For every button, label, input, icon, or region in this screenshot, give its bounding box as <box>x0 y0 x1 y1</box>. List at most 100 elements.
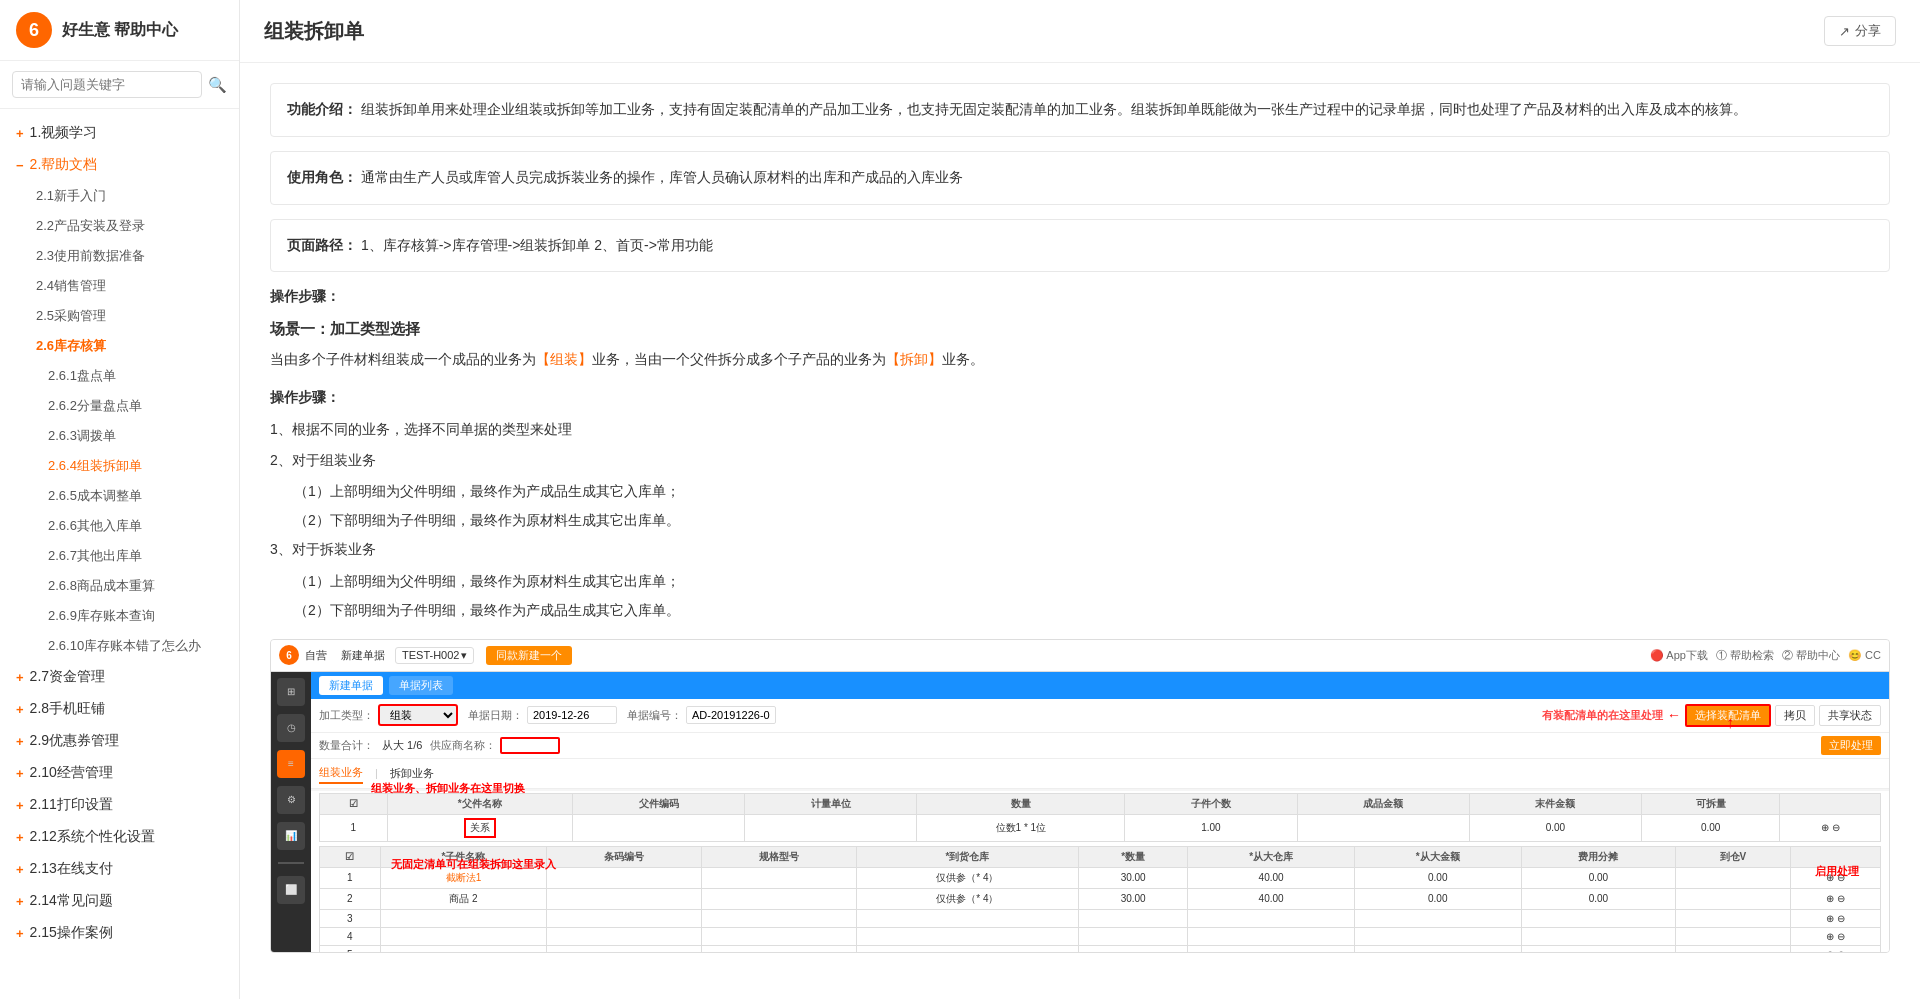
scenario1-title: 场景一：加工类型选择 <box>270 320 1890 339</box>
sidebar-nav: + 1.视频学习 − 2.帮助文档 2.1新手入门 2.2产品安装及登录 2.3… <box>0 109 239 999</box>
step3-1: （1）上部明细为父件明细，最终作为原材料生成其它出库单； <box>270 569 1890 594</box>
role-text: 通常由生产人员或库管人员完成拆装业务的操作，库管人员确认原材料的出库和产成品的入… <box>361 169 963 185</box>
mock-date-input[interactable] <box>527 706 617 724</box>
sidebar-item-2.15[interactable]: + 2.15操作案例 <box>0 917 239 949</box>
table-row: 1 关系 位数1 * 1位 1.00 0.00 <box>320 814 1881 841</box>
sidebar-item-2.11[interactable]: + 2.11打印设置 <box>0 789 239 821</box>
screenshot-mockup: 6 自营 新建单据 TEST-H002 ▾ 同款新建一个 🔴 App下载 ① 帮… <box>270 639 1890 953</box>
mock-icon-6: ⬜ <box>277 876 305 904</box>
sidebar-sub-2.5[interactable]: 2.5采购管理 <box>0 301 239 331</box>
sidebar-sub-2.6.5[interactable]: 2.6.5成本调整单 <box>0 481 239 511</box>
function-intro-label: 功能介绍： <box>287 101 357 117</box>
step2: 2、对于组装业务 <box>270 448 1890 473</box>
mock-btn-action3[interactable]: 共享状态 <box>1819 705 1881 726</box>
mock-icon-1: ⊞ <box>277 678 305 706</box>
step2-1: （1）上部明细为父件明细，最终作为产成品生成其它入库单； <box>270 479 1890 504</box>
table-row: 3 ⊕ ⊖ <box>320 909 1881 927</box>
mock-btn-bom[interactable]: 选择装配清单 <box>1685 704 1771 727</box>
sidebar-sub-2.6.3[interactable]: 2.6.3调拨单 <box>0 421 239 451</box>
mock-icon-3: ≡ <box>277 750 305 778</box>
col-product: *父件名称 <box>387 793 572 814</box>
sidebar-item-label: 1.视频学习 <box>30 124 98 142</box>
role-label: 使用角色： <box>287 169 357 185</box>
col-total-cost: 成品金额 <box>1297 793 1469 814</box>
mock-sidebar: ⊞ ◷ ≡ ⚙ 📊 ⬜ <box>271 672 311 952</box>
mock-btn-action2[interactable]: 拷贝 <box>1775 705 1815 726</box>
mock-form-tabs: 新建单据 单据列表 <box>311 672 1889 699</box>
sidebar-sub-2.6.7[interactable]: 2.6.7其他出库单 <box>0 541 239 571</box>
mock-type-assemble[interactable]: 组装业务 <box>319 763 363 784</box>
ops-steps-label: 操作步骤： <box>270 389 1890 407</box>
sidebar-sub-2.6.9[interactable]: 2.6.9库存账本查询 <box>0 601 239 631</box>
sidebar-sub-2.6.4[interactable]: 2.6.4组装拆卸单 <box>0 451 239 481</box>
sidebar-sub-2.6.8[interactable]: 2.6.8商品成本重算 <box>0 571 239 601</box>
mock-doc-input[interactable] <box>686 706 776 724</box>
mock-app-logo: 6 <box>279 645 299 665</box>
content-area: 功能介绍： 组装拆卸单用来处理企业组装或拆卸等加工业务，支持有固定装配清单的产品… <box>240 63 1920 999</box>
col-unit: 计量单位 <box>745 793 917 814</box>
collapse-icon: − <box>16 158 24 173</box>
sidebar-item-2.13[interactable]: + 2.13在线支付 <box>0 853 239 885</box>
sidebar-sub-2.6.6[interactable]: 2.6.6其他入库单 <box>0 511 239 541</box>
function-intro-block: 功能介绍： 组装拆卸单用来处理企业组装或拆卸等加工业务，支持有固定装配清单的产品… <box>270 83 1890 137</box>
annotation-no-bom: 无固定清单可在组装拆卸这里录入 <box>391 857 556 872</box>
mock-tab-list: 单据列表 <box>389 676 453 695</box>
table-row: 2 商品 2 仅供参（* 4） 30.00 40.00 0.00 0.00 <box>320 888 1881 909</box>
annotation-enable: 启用处理 <box>1815 864 1859 879</box>
sidebar-sub-2.6[interactable]: 2.6库存核算 <box>0 331 239 361</box>
sidebar-header: 6 好生意 帮助中心 <box>0 0 239 61</box>
search-icon[interactable]: 🔍 <box>208 76 227 94</box>
mock-field-type: 加工类型： 组装 <box>319 704 458 726</box>
path-label: 页面路径： <box>287 237 357 253</box>
col-unit-cost: 子件个数 <box>1125 793 1297 814</box>
mock-tab-new: 新建单据 <box>319 676 383 695</box>
sidebar-item-2.14[interactable]: + 2.14常见问题 <box>0 885 239 917</box>
sidebar-item-2.7[interactable]: + 2.7资金管理 <box>0 661 239 693</box>
mock-type-disassemble[interactable]: 拆卸业务 <box>390 764 434 783</box>
share-label: 分享 <box>1855 22 1881 40</box>
main-header: 组装拆卸单 ↗ 分享 <box>240 0 1920 63</box>
table-row: 5 ⊕ ⊖ <box>320 945 1881 952</box>
mock-icon-4: ⚙ <box>277 786 305 814</box>
mock-icon-5: 📊 <box>277 822 305 850</box>
sidebar-item-2.8[interactable]: + 2.8手机旺铺 <box>0 693 239 725</box>
sidebar-item-2.10[interactable]: + 2.10经营管理 <box>0 757 239 789</box>
sidebar-sub-2.2[interactable]: 2.2产品安装及登录 <box>0 211 239 241</box>
table-row: 4 ⊕ ⊖ <box>320 927 1881 945</box>
col-qty: 数量 <box>917 793 1125 814</box>
mock-type-section: 组装业务 | 拆卸业务 <box>311 759 1889 789</box>
step2-2: （2）下部明细为子件明细，最终作为原材料生成其它出库单。 <box>270 508 1890 533</box>
mock-upper-table: ☑ *父件名称 父件编码 计量单位 数量 子件个数 成品金额 末件金额 可拆量 <box>319 793 1881 842</box>
sidebar-sub-2.6.2[interactable]: 2.6.2分量盘点单 <box>0 391 239 421</box>
sidebar-item-help[interactable]: − 2.帮助文档 <box>0 149 239 181</box>
mock-app-bar: 6 自营 新建单据 TEST-H002 ▾ 同款新建一个 🔴 App下载 ① 帮… <box>271 640 1889 672</box>
mock-select-type[interactable]: 组装 <box>378 704 458 726</box>
sidebar-sub-2.1[interactable]: 2.1新手入门 <box>0 181 239 211</box>
mock-form-header: 加工类型： 组装 单据日期： 单据编号： <box>311 699 1889 733</box>
app-title: 好生意 帮助中心 <box>62 20 178 41</box>
sidebar-sub-2.6.1[interactable]: 2.6.1盘点单 <box>0 361 239 391</box>
mock-search-row: 数量合计： 从大 1/6 供应商名称： 立即处理 <box>311 733 1889 759</box>
expand-icon: + <box>16 126 24 141</box>
step3: 3、对于拆装业务 <box>270 537 1890 562</box>
mock-btn-apply[interactable]: 立即处理 <box>1821 736 1881 755</box>
mock-parent-input[interactable]: 关系 <box>464 818 496 838</box>
sidebar-item-2.12[interactable]: + 2.12系统个性化设置 <box>0 821 239 853</box>
page-title: 组装拆卸单 <box>264 18 364 45</box>
ops-title: 操作步骤： <box>270 288 1890 306</box>
step1: 1、根据不同的业务，选择不同单据的类型来处理 <box>270 417 1890 442</box>
mock-upper-table-section: ☑ *父件名称 父件编码 计量单位 数量 子件个数 成品金额 末件金额 可拆量 <box>311 791 1889 844</box>
sidebar-sub-2.3[interactable]: 2.3使用前数据准备 <box>0 241 239 271</box>
col-sku: 父件编码 <box>572 793 744 814</box>
sidebar-item-2.9[interactable]: + 2.9优惠券管理 <box>0 725 239 757</box>
mock-supplier-input[interactable] <box>500 737 560 754</box>
app-logo: 6 <box>16 12 52 48</box>
share-button[interactable]: ↗ 分享 <box>1824 16 1896 46</box>
sidebar-sub-2.6.10[interactable]: 2.6.10库存账本错了怎么办 <box>0 631 239 661</box>
sidebar-item-video[interactable]: + 1.视频学习 <box>0 117 239 149</box>
col-avail: 末件金额 <box>1469 793 1641 814</box>
search-input[interactable] <box>12 71 202 98</box>
path-block: 页面路径： 1、库存核算->库存管理->组装拆卸单 2、首页->常用功能 <box>270 219 1890 273</box>
mock-divider <box>278 862 304 864</box>
sidebar-sub-2.4[interactable]: 2.4销售管理 <box>0 271 239 301</box>
